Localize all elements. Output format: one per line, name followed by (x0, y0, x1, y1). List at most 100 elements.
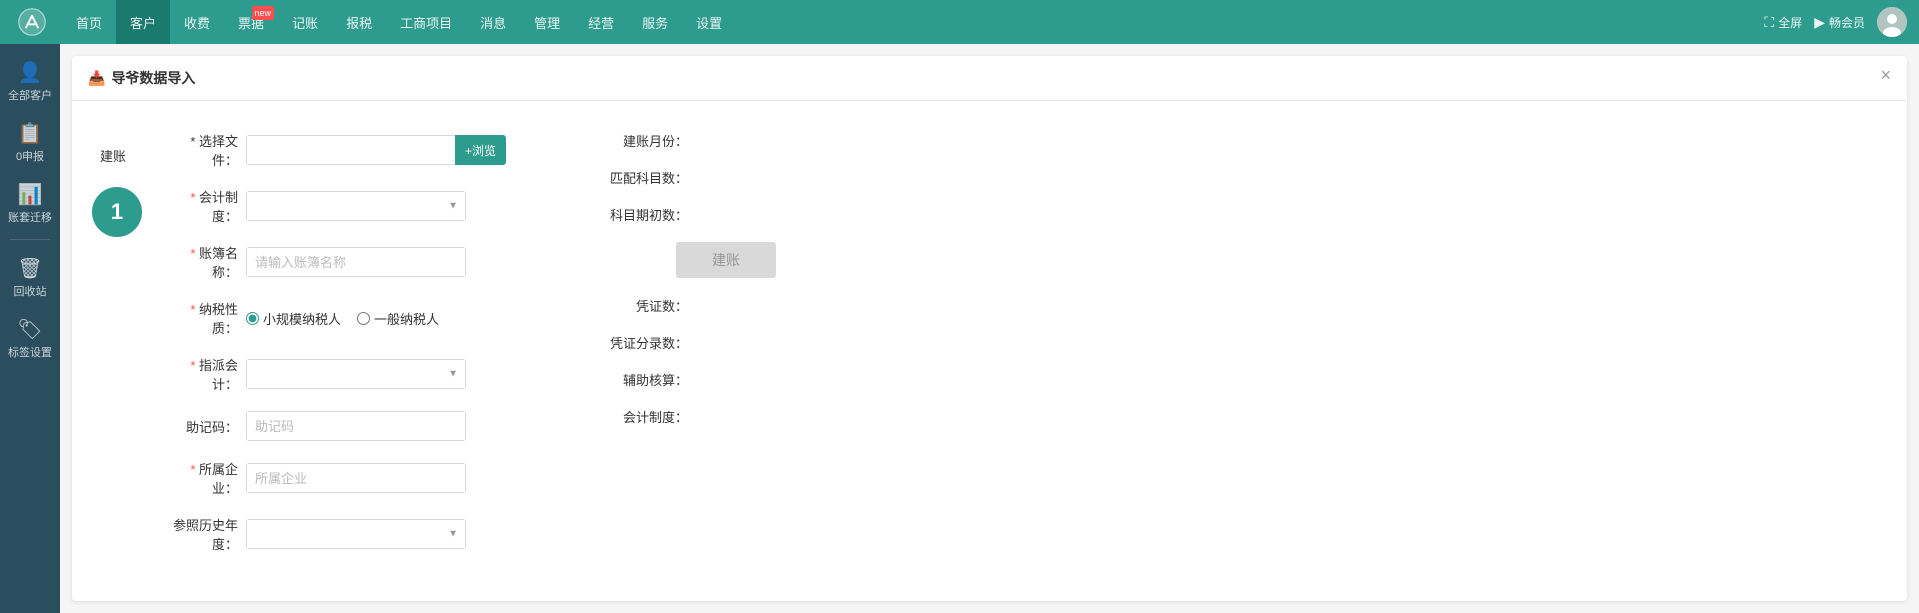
new-badge: new (252, 6, 275, 20)
general-taxpayer-label: 一般纳税人 (374, 309, 439, 328)
subject-init-label: 科目期初数： (606, 205, 696, 224)
fullscreen-btn[interactable]: ⛶ 全屏 (1764, 14, 1802, 31)
import-icon: 📥 (88, 70, 105, 87)
history-year-row: 参照历史年度： ▼ (166, 515, 566, 553)
nav-right: ⛶ 全屏 ▶ 畅会员 (1764, 7, 1907, 37)
aux-accounting-label: 辅助核算： (606, 370, 696, 389)
tag-icon: 🏷 (17, 317, 42, 342)
info-panel: 建账月份： 匹配科目数： 科目期初数： 建账 (566, 131, 846, 571)
vip-btn[interactable]: ▶ 畅会员 (1814, 14, 1865, 31)
file-input[interactable] (246, 135, 455, 165)
memo-input[interactable] (246, 411, 466, 441)
build-button[interactable]: 建账 (676, 242, 776, 278)
panel-header: 📥 导爷数据导入 × (72, 56, 1907, 101)
build-month-label: 建账月份： (606, 131, 696, 150)
nav-item-message[interactable]: 消息 (466, 0, 520, 44)
voucher-row: 凭证数： (606, 296, 846, 315)
accounting-system-label: 会计制度： (166, 187, 246, 225)
top-nav: 首页 客户 收费 票据 new 记账 报税 工商项目 消息 管理 经营 服务 设… (0, 0, 1919, 44)
declaration-icon: 📋 (18, 121, 43, 146)
nav-item-tax[interactable]: 报税 (332, 0, 386, 44)
file-row: * 选择文件： +浏览 (166, 131, 566, 169)
nav-item-settings[interactable]: 设置 (682, 0, 736, 44)
ledger-name-row: 账簿名称： (166, 243, 566, 281)
ledger-name-input[interactable] (246, 247, 466, 277)
sidebar-item-account-migration[interactable]: 📊 账套迁移 (2, 174, 58, 231)
accountant-label: 指派会计： (166, 355, 246, 393)
tax-type-row: 纳税性质： 小规模纳税人 一般纳税人 (166, 299, 566, 337)
subject-init-row: 科目期初数： (606, 205, 846, 224)
nav-item-industry[interactable]: 工商项目 (386, 0, 466, 44)
sidebar-item-label: 0申报 (16, 148, 44, 164)
recycle-icon: 🗑 (17, 256, 42, 281)
nav-item-operation[interactable]: 经营 (574, 0, 628, 44)
sidebar-item-label: 账套迁移 (8, 209, 52, 225)
sidebar-item-tag-settings[interactable]: 🏷 标签设置 (2, 309, 58, 366)
accounting-system-wrap: ▼ (246, 191, 466, 221)
nav-item-invoice[interactable]: 票据 new (224, 0, 278, 44)
sidebar-item-all-clients[interactable]: 👤 全部客户 (2, 52, 58, 109)
browse-button[interactable]: +浏览 (455, 135, 506, 165)
ledger-name-label: 账簿名称： (166, 243, 246, 281)
company-row: 所属企业： (166, 459, 566, 497)
sidebar: 👤 全部客户 📋 0申报 📊 账套迁移 🗑 回收站 🏷 标签设置 (0, 44, 60, 613)
main-content: 📥 导爷数据导入 × 建账 1 * 选择文件： (60, 44, 1919, 613)
memo-row: 助记码： (166, 411, 566, 441)
small-taxpayer-radio[interactable]: 小规模纳税人 (246, 309, 341, 328)
file-label: * 选择文件： (166, 131, 246, 169)
nav-item-home[interactable]: 首页 (62, 0, 116, 44)
migration-icon: 📊 (18, 182, 43, 207)
sidebar-divider (10, 239, 50, 240)
fullscreen-label: 全屏 (1778, 14, 1802, 31)
general-taxpayer-radio[interactable]: 一般纳税人 (357, 309, 439, 328)
build-month-row: 建账月份： (606, 131, 846, 150)
step-badge: 1 (92, 187, 142, 237)
accountant-wrap: ▼ (246, 359, 466, 389)
nav-item-manage[interactable]: 管理 (520, 0, 574, 44)
voucher-entries-label: 凭证分录数： (606, 333, 696, 352)
layout: 👤 全部客户 📋 0申报 📊 账套迁移 🗑 回收站 🏷 标签设置 📥 导爷数据导… (0, 44, 1919, 613)
memo-label: 助记码： (166, 417, 246, 436)
match-subject-row: 匹配科目数： (606, 168, 846, 187)
small-taxpayer-input[interactable] (246, 312, 259, 325)
logo (10, 0, 54, 44)
accountant-select[interactable] (246, 359, 466, 389)
tax-type-radio-group: 小规模纳税人 一般纳税人 (246, 309, 439, 328)
person-icon: 👤 (18, 60, 43, 85)
close-button[interactable]: × (1880, 66, 1891, 84)
avatar[interactable] (1877, 7, 1907, 37)
general-taxpayer-input[interactable] (357, 312, 370, 325)
vip-label: 畅会员 (1829, 14, 1865, 31)
sidebar-item-recycle[interactable]: 🗑 回收站 (2, 248, 58, 305)
nav-item-client[interactable]: 客户 (116, 0, 170, 44)
history-year-wrap: ▼ (246, 519, 466, 549)
fullscreen-icon: ⛶ (1764, 14, 1774, 31)
step-section: 建账 1 * 选择文件： +浏览 (92, 131, 566, 571)
tax-type-label: 纳税性质： (166, 299, 246, 337)
sidebar-item-label: 标签设置 (8, 344, 52, 360)
panel-body: 建账 1 * 选择文件： +浏览 (72, 101, 1907, 601)
voucher-label: 凭证数： (606, 296, 696, 315)
voucher-entries-row: 凭证分录数： (606, 333, 846, 352)
accounting-system-row: 会计制度： ▼ (166, 187, 566, 225)
sidebar-item-declaration[interactable]: 📋 0申报 (2, 113, 58, 170)
build-btn-area: 建账 (606, 242, 846, 278)
nav-items: 首页 客户 收费 票据 new 记账 报税 工商项目 消息 管理 经营 服务 设… (62, 0, 1764, 44)
small-taxpayer-label: 小规模纳税人 (263, 309, 341, 328)
aux-accounting-row: 辅助核算： (606, 370, 846, 389)
nav-item-fee[interactable]: 收费 (170, 0, 224, 44)
sidebar-item-label: 全部客户 (8, 87, 52, 103)
import-panel: 📥 导爷数据导入 × 建账 1 * 选择文件： (72, 56, 1907, 601)
nav-item-account[interactable]: 记账 (278, 0, 332, 44)
company-input[interactable] (246, 463, 466, 493)
panel-title: 导爷数据导入 (111, 68, 195, 88)
accounting-system-select[interactable] (246, 191, 466, 221)
match-subject-label: 匹配科目数： (606, 168, 696, 187)
nav-item-service[interactable]: 服务 (628, 0, 682, 44)
form-area: * 选择文件： +浏览 会计制度： (166, 131, 566, 571)
file-input-wrap: +浏览 (246, 135, 506, 165)
info-accounting-system-label: 会计制度： (606, 407, 696, 426)
step-label: 建账 (100, 141, 126, 173)
history-year-select[interactable] (246, 519, 466, 549)
sidebar-item-label: 回收站 (14, 283, 47, 299)
